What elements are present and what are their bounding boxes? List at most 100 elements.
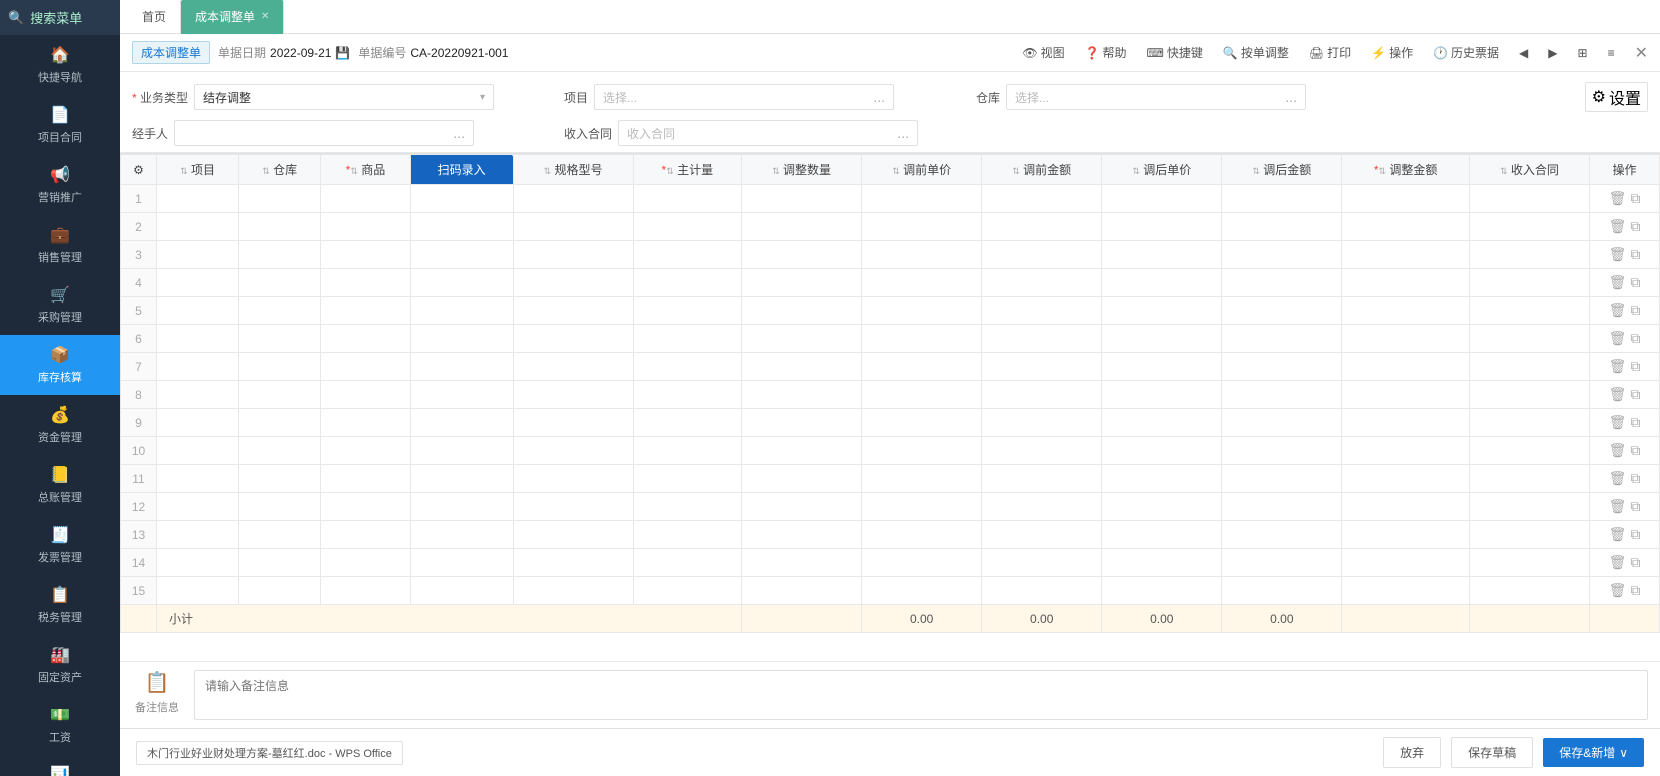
sidebar-item-sales-promo[interactable]: 📢 营销推广 <box>0 155 120 215</box>
row-spec[interactable] <box>513 465 633 493</box>
delete-icon[interactable]: 🗑 <box>1609 414 1627 431</box>
row-spec[interactable] <box>513 269 633 297</box>
sidebar-item-salary[interactable]: 💵 工资 <box>0 695 120 755</box>
row-income-contract[interactable] <box>1469 297 1589 325</box>
row-after-amount[interactable] <box>1222 213 1342 241</box>
row-project[interactable] <box>157 213 239 241</box>
sidebar-item-fund-mgmt[interactable]: 💰 资金管理 <box>0 395 120 455</box>
row-product[interactable] <box>321 493 410 521</box>
row-unit[interactable] <box>633 325 741 353</box>
tab-close-icon[interactable]: ✕ <box>261 11 269 22</box>
row-after-amount[interactable] <box>1222 269 1342 297</box>
row-project[interactable] <box>157 549 239 577</box>
row-adjust-qty[interactable] <box>742 381 862 409</box>
row-income-contract[interactable] <box>1469 325 1589 353</box>
row-prev-amount[interactable] <box>982 549 1102 577</box>
row-warehouse[interactable] <box>239 577 321 605</box>
delete-icon[interactable]: 🗑 <box>1609 218 1627 235</box>
tab-home[interactable]: 首页 <box>128 0 181 34</box>
row-spec[interactable] <box>513 381 633 409</box>
row-adjust-qty[interactable] <box>742 521 862 549</box>
row-spec[interactable] <box>513 213 633 241</box>
delete-icon[interactable]: 🗑 <box>1609 386 1627 403</box>
sidebar-search[interactable]: 🔍 搜索菜单 <box>0 0 120 35</box>
row-scan[interactable] <box>410 465 513 493</box>
row-prev-unit-price[interactable] <box>862 493 982 521</box>
settings-btn[interactable]: ⚙ 设置 <box>1585 82 1648 112</box>
row-income-contract[interactable] <box>1469 549 1589 577</box>
operation-btn[interactable]: ⚡ 操作 <box>1365 42 1419 63</box>
row-income-contract[interactable] <box>1469 213 1589 241</box>
row-warehouse[interactable] <box>239 213 321 241</box>
delete-icon[interactable]: 🗑 <box>1609 526 1627 543</box>
row-prev-amount[interactable] <box>982 577 1102 605</box>
row-product[interactable] <box>321 381 410 409</box>
row-prev-unit-price[interactable] <box>862 269 982 297</box>
row-after-unit-price[interactable] <box>1102 381 1222 409</box>
row-prev-unit-price[interactable] <box>862 353 982 381</box>
row-after-unit-price[interactable] <box>1102 465 1222 493</box>
row-prev-unit-price[interactable] <box>862 297 982 325</box>
row-project[interactable] <box>157 577 239 605</box>
row-scan[interactable] <box>410 549 513 577</box>
row-after-amount[interactable] <box>1222 549 1342 577</box>
row-after-unit-price[interactable] <box>1102 325 1222 353</box>
copy-icon[interactable]: ⧉ <box>1630 470 1640 487</box>
row-adjust-qty[interactable] <box>742 325 862 353</box>
discard-button[interactable]: 放弃 <box>1383 737 1441 768</box>
row-project[interactable] <box>157 297 239 325</box>
sidebar-item-ops-mgmt[interactable]: 📊 经营管理 <box>0 755 120 776</box>
sidebar-item-invoice-mgmt[interactable]: 🧾 发票管理 <box>0 515 120 575</box>
row-spec[interactable] <box>513 549 633 577</box>
prev-btn[interactable]: ◀ <box>1513 44 1534 62</box>
row-after-unit-price[interactable] <box>1102 297 1222 325</box>
row-prev-unit-price[interactable] <box>862 325 982 353</box>
row-income-contract[interactable] <box>1469 269 1589 297</box>
row-unit[interactable] <box>633 437 741 465</box>
row-prev-unit-price[interactable] <box>862 437 982 465</box>
row-adjust-amount[interactable] <box>1342 185 1469 213</box>
warehouse-input[interactable]: 选择... ... <box>1006 84 1306 110</box>
sidebar-item-fixed-assets[interactable]: 🏭 固定资产 <box>0 635 120 695</box>
row-prev-amount[interactable] <box>982 409 1102 437</box>
row-after-unit-price[interactable] <box>1102 437 1222 465</box>
row-prev-unit-price[interactable] <box>862 577 982 605</box>
delete-icon[interactable]: 🗑 <box>1609 442 1627 459</box>
taskbar-wps-item[interactable]: 木门行业好业财处理方案-墓红红.doc - WPS Office <box>136 741 403 765</box>
help-btn[interactable]: ❓ 帮助 <box>1079 42 1133 63</box>
row-product[interactable] <box>321 353 410 381</box>
copy-icon[interactable]: ⧉ <box>1630 554 1640 571</box>
row-after-unit-price[interactable] <box>1102 185 1222 213</box>
row-unit[interactable] <box>633 213 741 241</box>
grid1-btn[interactable]: ⊞ <box>1572 44 1594 62</box>
row-after-unit-price[interactable] <box>1102 577 1222 605</box>
row-prev-amount[interactable] <box>982 185 1102 213</box>
copy-icon[interactable]: ⧉ <box>1630 498 1640 515</box>
row-adjust-qty[interactable] <box>742 241 862 269</box>
copy-icon[interactable]: ⧉ <box>1630 218 1640 235</box>
row-product[interactable] <box>321 269 410 297</box>
delete-icon[interactable]: 🗑 <box>1609 274 1627 291</box>
row-scan[interactable] <box>410 353 513 381</box>
row-scan[interactable] <box>410 297 513 325</box>
row-scan[interactable] <box>410 437 513 465</box>
row-adjust-qty[interactable] <box>742 269 862 297</box>
shortcut-btn[interactable]: ⌨ 快捷键 <box>1141 42 1209 63</box>
row-income-contract[interactable] <box>1469 465 1589 493</box>
row-after-amount[interactable] <box>1222 577 1342 605</box>
row-spec[interactable] <box>513 521 633 549</box>
row-after-unit-price[interactable] <box>1102 549 1222 577</box>
row-adjust-qty[interactable] <box>742 493 862 521</box>
row-unit[interactable] <box>633 241 741 269</box>
row-prev-amount[interactable] <box>982 465 1102 493</box>
row-unit[interactable] <box>633 549 741 577</box>
copy-icon[interactable]: ⧉ <box>1630 582 1640 599</box>
row-warehouse[interactable] <box>239 297 321 325</box>
row-scan[interactable] <box>410 213 513 241</box>
row-after-amount[interactable] <box>1222 185 1342 213</box>
row-prev-amount[interactable] <box>982 325 1102 353</box>
row-prev-unit-price[interactable] <box>862 549 982 577</box>
delete-icon[interactable]: 🗑 <box>1609 582 1627 599</box>
row-unit[interactable] <box>633 269 741 297</box>
row-spec[interactable] <box>513 297 633 325</box>
